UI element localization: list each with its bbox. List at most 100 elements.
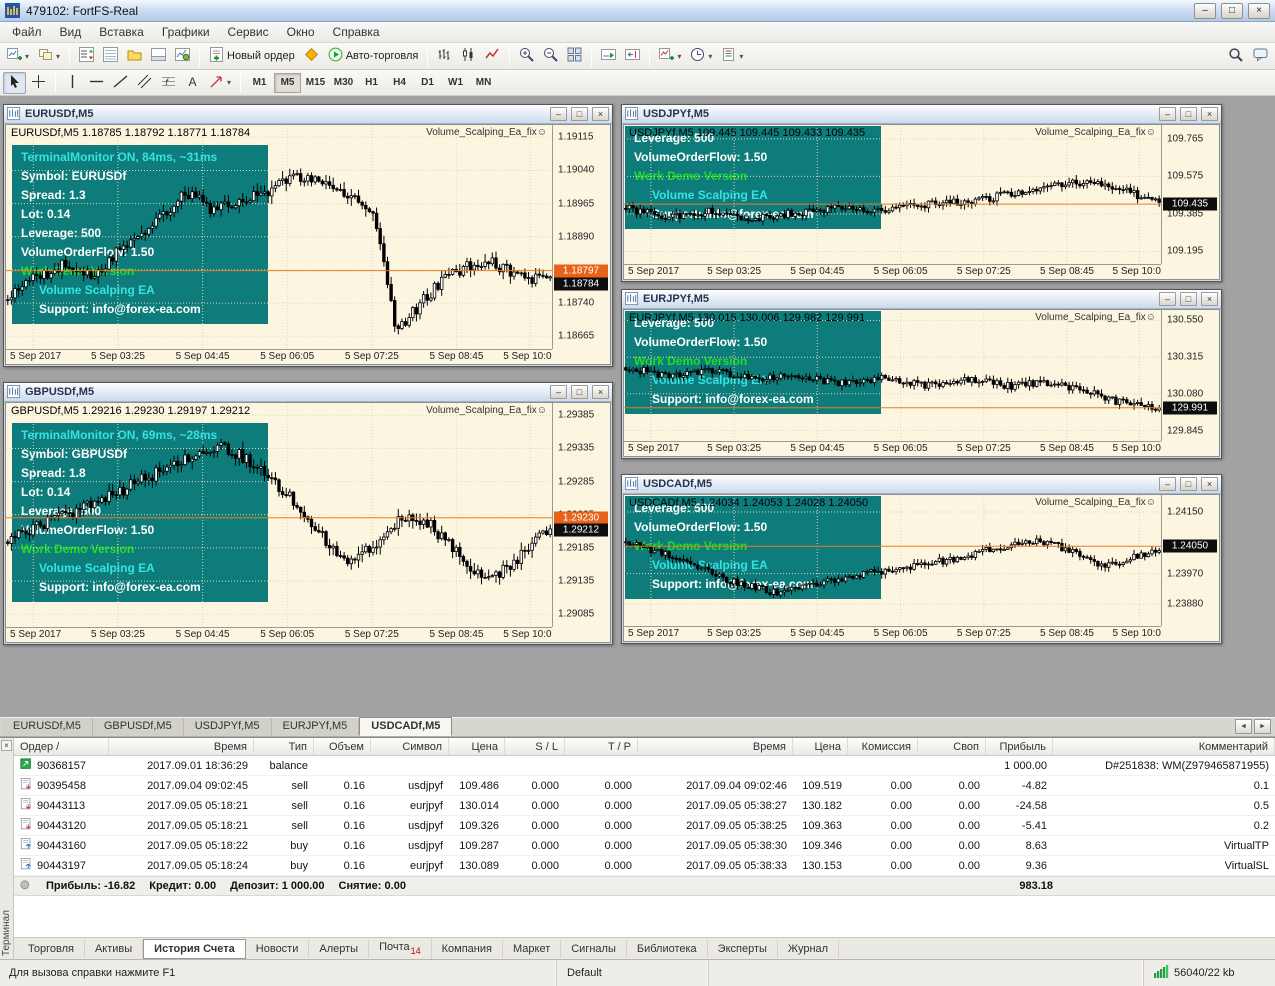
toolbar-button-crosshair[interactable] (27, 72, 50, 94)
toolbar-button-new-chart[interactable]: ▾ (3, 45, 33, 67)
chart-close-button[interactable]: × (1201, 292, 1218, 306)
toolbar-button-horizontal-line[interactable] (85, 72, 108, 94)
toolbar-button-chat[interactable] (1249, 45, 1272, 67)
toolbar-button-navigator[interactable] (123, 45, 146, 67)
chart-window-titlebar[interactable]: USDJPYf,M5 – □ × (622, 105, 1221, 124)
toolbar-button-metaeditor[interactable] (300, 45, 323, 67)
terminal-tab-Библиотека[interactable]: Библиотека (627, 939, 708, 958)
chart-restore-button[interactable]: □ (1180, 477, 1197, 491)
chart-close-button[interactable]: × (1201, 477, 1218, 491)
terminal-tab-Новости[interactable]: Новости (246, 939, 310, 958)
timeframe-button-H4[interactable]: H4 (386, 73, 413, 93)
column-header-Объем[interactable]: Объем (314, 738, 371, 755)
terminal-tab-История Счета[interactable]: История Счета (143, 938, 246, 959)
menu-Окно[interactable]: Окно (278, 23, 324, 41)
column-header-Комментарий[interactable]: Комментарий (1053, 738, 1275, 755)
column-header-Время[interactable]: Время (638, 738, 793, 755)
timeframe-button-M30[interactable]: M30 (330, 73, 357, 93)
chart-close-button[interactable]: × (592, 107, 609, 121)
column-header-S / L[interactable]: S / L (505, 738, 565, 755)
toolbar-button-trendline[interactable] (109, 72, 132, 94)
menu-Сервис[interactable]: Сервис (219, 23, 278, 41)
chart-minimize-button[interactable]: – (550, 385, 567, 399)
tabs-scroll-left-button[interactable]: ◄ (1235, 719, 1252, 734)
toolbar-button-periods[interactable]: ▾ (686, 45, 716, 67)
column-header-Своп[interactable]: Своп (918, 738, 986, 755)
toolbar-button-zoom-out[interactable] (539, 45, 562, 67)
terminal-close-button[interactable]: × (1, 740, 12, 751)
terminal-tab-Торговля[interactable]: Торговля (18, 939, 85, 958)
toolbar-button-strategy-tester[interactable] (171, 45, 194, 67)
menu-Графики[interactable]: Графики (153, 23, 219, 41)
toolbar-button-market-watch[interactable] (75, 45, 98, 67)
timeframe-button-D1[interactable]: D1 (414, 73, 441, 93)
chart-minimize-button[interactable]: – (550, 107, 567, 121)
column-header-Цена[interactable]: Цена (449, 738, 505, 755)
chart-tab-USDJPYf,M5[interactable]: USDJPYf,M5 (183, 718, 272, 736)
chart-restore-button[interactable]: □ (571, 385, 588, 399)
chart-minimize-button[interactable]: – (1159, 107, 1176, 121)
chart-restore-button[interactable]: □ (571, 107, 588, 121)
column-header-Ордер /[interactable]: Ордер / (14, 738, 109, 755)
chart-close-button[interactable]: × (592, 385, 609, 399)
terminal-tab-Почта[interactable]: Почта14 (369, 938, 432, 959)
column-header-T / P[interactable]: T / P (565, 738, 638, 755)
history-row-90368157[interactable]: 90368157 2017.09.01 18:36:29 balance 1 000.… (14, 756, 1275, 776)
history-row-90443120[interactable]: 90443120 2017.09.05 05:18:21 sell 0.16 usdjp… (14, 816, 1275, 836)
timeframe-button-M15[interactable]: M15 (302, 73, 329, 93)
column-header-Прибыль[interactable]: Прибыль (986, 738, 1053, 755)
chart-window-titlebar[interactable]: EURJPYf,M5 – □ × (622, 290, 1221, 309)
chart-close-button[interactable]: × (1201, 107, 1218, 121)
timeframe-button-M1[interactable]: M1 (246, 73, 273, 93)
toolbar-button-templates[interactable]: ▾ (717, 45, 747, 67)
chart-area[interactable]: Leverage: 500 VolumeOrderFlow: 1.50 Work D… (623, 124, 1220, 280)
toolbar-button-auto-scroll[interactable] (597, 45, 620, 67)
menu-Вид[interactable]: Вид (51, 23, 91, 41)
timeframe-button-MN[interactable]: MN (470, 73, 497, 93)
chart-tab-USDCADf,M5[interactable]: USDCADf,M5 (359, 717, 453, 736)
toolbar-button-channel[interactable] (133, 72, 156, 94)
terminal-tab-Активы[interactable]: Активы (85, 939, 144, 958)
toolbar-button-autotrade[interactable]: Авто-торговля (324, 45, 423, 67)
toolbar-button-terminal[interactable] (147, 45, 170, 67)
terminal-tab-Журнал[interactable]: Журнал (778, 939, 840, 958)
maximize-button[interactable]: □ (1221, 2, 1243, 19)
toolbar-button-vertical-line[interactable] (61, 72, 84, 94)
column-header-Символ[interactable]: Символ (371, 738, 449, 755)
toolbar-button-fibonacci[interactable]: f (157, 72, 180, 94)
close-button[interactable]: × (1248, 2, 1270, 19)
toolbar-button-text[interactable]: A (181, 72, 204, 94)
menu-Файл[interactable]: Файл (3, 23, 51, 41)
history-row-90443197[interactable]: 90443197 2017.09.05 05:18:24 buy 0.16 eurjpy… (14, 856, 1275, 876)
terminal-tab-Компания[interactable]: Компания (432, 939, 503, 958)
terminal-tab-Маркет[interactable]: Маркет (503, 939, 562, 958)
toolbar-button-data-window[interactable] (99, 45, 122, 67)
chart-minimize-button[interactable]: – (1159, 477, 1176, 491)
timeframe-button-H1[interactable]: H1 (358, 73, 385, 93)
terminal-tab-Алерты[interactable]: Алерты (309, 939, 370, 958)
terminal-tab-Эксперты[interactable]: Эксперты (708, 939, 778, 958)
timeframe-button-W1[interactable]: W1 (442, 73, 469, 93)
chart-window-titlebar[interactable]: EURUSDf,M5 – □ × (4, 105, 612, 124)
terminal-tab-Сигналы[interactable]: Сигналы (561, 939, 627, 958)
minimize-button[interactable]: – (1194, 2, 1216, 19)
chart-area[interactable]: Leverage: 500 VolumeOrderFlow: 1.50 Work D… (623, 494, 1220, 642)
chart-restore-button[interactable]: □ (1180, 292, 1197, 306)
history-row-90443160[interactable]: 90443160 2017.09.05 05:18:22 buy 0.16 usdjpy… (14, 836, 1275, 856)
toolbar-button-cursor[interactable] (3, 71, 26, 94)
chart-area[interactable]: TerminalMonitor ON, 84ms, ~31ms Symbol: E… (5, 124, 611, 365)
chart-tab-EURJPYf,M5[interactable]: EURJPYf,M5 (271, 718, 360, 736)
column-header-Тип[interactable]: Тип (254, 738, 314, 755)
status-profile[interactable]: Default (556, 960, 708, 986)
history-row-90443113[interactable]: 90443113 2017.09.05 05:18:21 sell 0.16 eurjp… (14, 796, 1275, 816)
toolbar-button-search[interactable] (1224, 45, 1247, 67)
toolbar-button-chart-line[interactable] (481, 45, 504, 67)
menu-Вставка[interactable]: Вставка (90, 23, 153, 41)
toolbar-button-zoom-in[interactable] (515, 45, 538, 67)
history-row-90395458[interactable]: 90395458 2017.09.04 09:02:45 sell 0.16 usdjp… (14, 776, 1275, 796)
timeframe-button-M5[interactable]: M5 (274, 72, 302, 93)
toolbar-button-chart-shift[interactable] (621, 45, 644, 67)
chart-minimize-button[interactable]: – (1159, 292, 1176, 306)
toolbar-button-indicators[interactable]: ▾ (655, 45, 685, 67)
chart-area[interactable]: TerminalMonitor ON, 69ms, ~28ms Symbol: G… (5, 402, 611, 643)
